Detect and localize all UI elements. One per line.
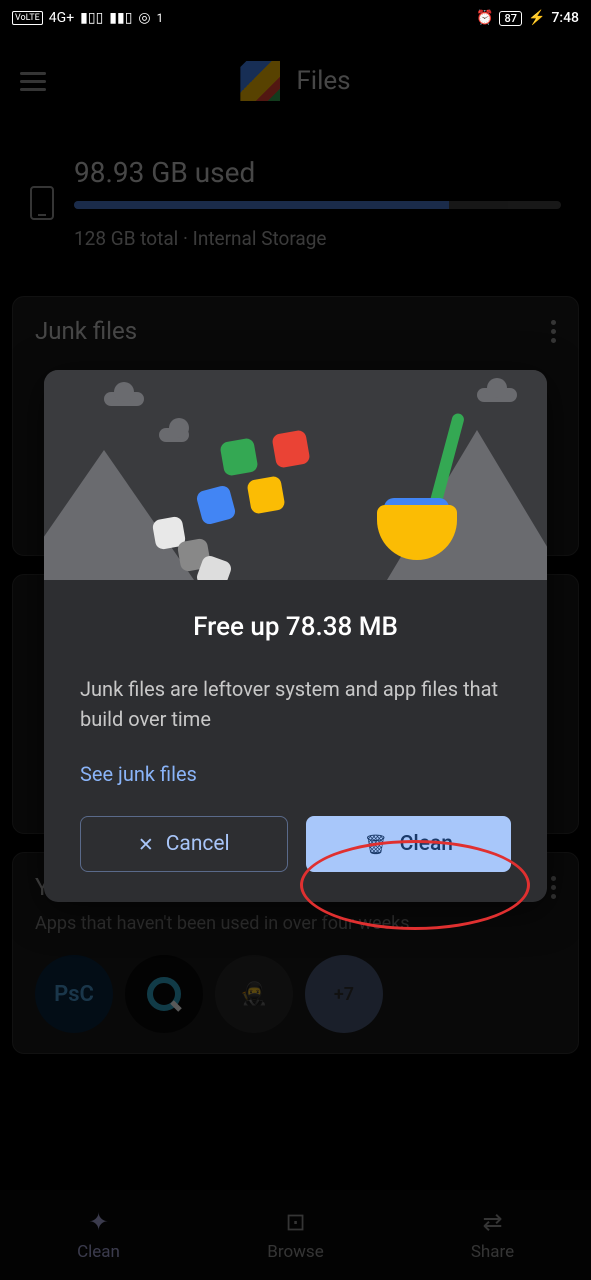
clean-button[interactable]: 🗑 Clean bbox=[306, 816, 512, 872]
trash-icon: 🗑 bbox=[364, 833, 388, 856]
menu-button[interactable] bbox=[20, 72, 46, 91]
see-junk-files-link[interactable]: See junk files bbox=[80, 762, 511, 786]
volte-indicator: VoLTE bbox=[12, 11, 43, 25]
battery-indicator: 87 bbox=[499, 11, 522, 26]
storage-used: 98.93 GB used bbox=[74, 156, 561, 189]
phone-icon bbox=[30, 186, 54, 220]
nav-share[interactable]: ⇄ Share bbox=[394, 1190, 591, 1280]
bottom-nav: ✦ Clean ⊡ Browse ⇄ Share bbox=[0, 1190, 591, 1280]
status-bar: VoLTE 4G+ ▮▯▯ ▮▮▯ ◎ 1 ⏰ 87 ⚡ 7:48 bbox=[0, 0, 591, 36]
storage-total: 128 GB total · Internal Storage bbox=[74, 227, 561, 250]
app-icon[interactable]: 🥷 bbox=[215, 955, 293, 1033]
card-title: Junk files bbox=[35, 317, 137, 345]
more-icon[interactable] bbox=[551, 876, 556, 899]
hotspot-badge: 1 bbox=[157, 11, 164, 25]
share-icon: ⇄ bbox=[482, 1208, 502, 1236]
clock: 7:48 bbox=[551, 10, 579, 26]
app-icon[interactable] bbox=[125, 955, 203, 1033]
signal-icon: ▮▯▯ bbox=[80, 10, 103, 26]
network-indicator: 4G+ bbox=[49, 10, 74, 26]
hotspot-icon: ◎ bbox=[138, 10, 150, 26]
junk-files-dialog: Free up 78.38 MB Junk files are leftover… bbox=[44, 370, 547, 902]
cancel-button[interactable]: ✕ Cancel bbox=[80, 816, 288, 872]
charging-icon: ⚡ bbox=[528, 10, 545, 26]
alarm-icon: ⏰ bbox=[476, 10, 493, 26]
broom-icon bbox=[377, 410, 467, 570]
app-title: Files bbox=[296, 66, 350, 96]
files-app-logo bbox=[240, 61, 280, 101]
app-bar: Files bbox=[0, 36, 591, 126]
more-apps-badge[interactable]: +7 bbox=[305, 955, 383, 1033]
card-subtitle: Apps that haven't been used in over four… bbox=[35, 911, 556, 937]
dialog-title: Free up 78.38 MB bbox=[80, 612, 511, 642]
sparkle-icon: ✦ bbox=[88, 1208, 108, 1236]
nav-browse[interactable]: ⊡ Browse bbox=[197, 1190, 394, 1280]
nav-clean[interactable]: ✦ Clean bbox=[0, 1190, 197, 1280]
dialog-text: Junk files are leftover system and app f… bbox=[80, 674, 511, 734]
dialog-illustration bbox=[44, 370, 547, 580]
close-icon: ✕ bbox=[138, 833, 154, 856]
app-icon[interactable]: PsC bbox=[35, 955, 113, 1033]
signal-icon-2: ▮▮▯ bbox=[109, 10, 132, 26]
more-icon[interactable] bbox=[551, 320, 556, 343]
storage-progress bbox=[74, 201, 561, 209]
storage-section: 98.93 GB used 128 GB total · Internal St… bbox=[0, 126, 591, 290]
browse-icon: ⊡ bbox=[285, 1208, 305, 1236]
